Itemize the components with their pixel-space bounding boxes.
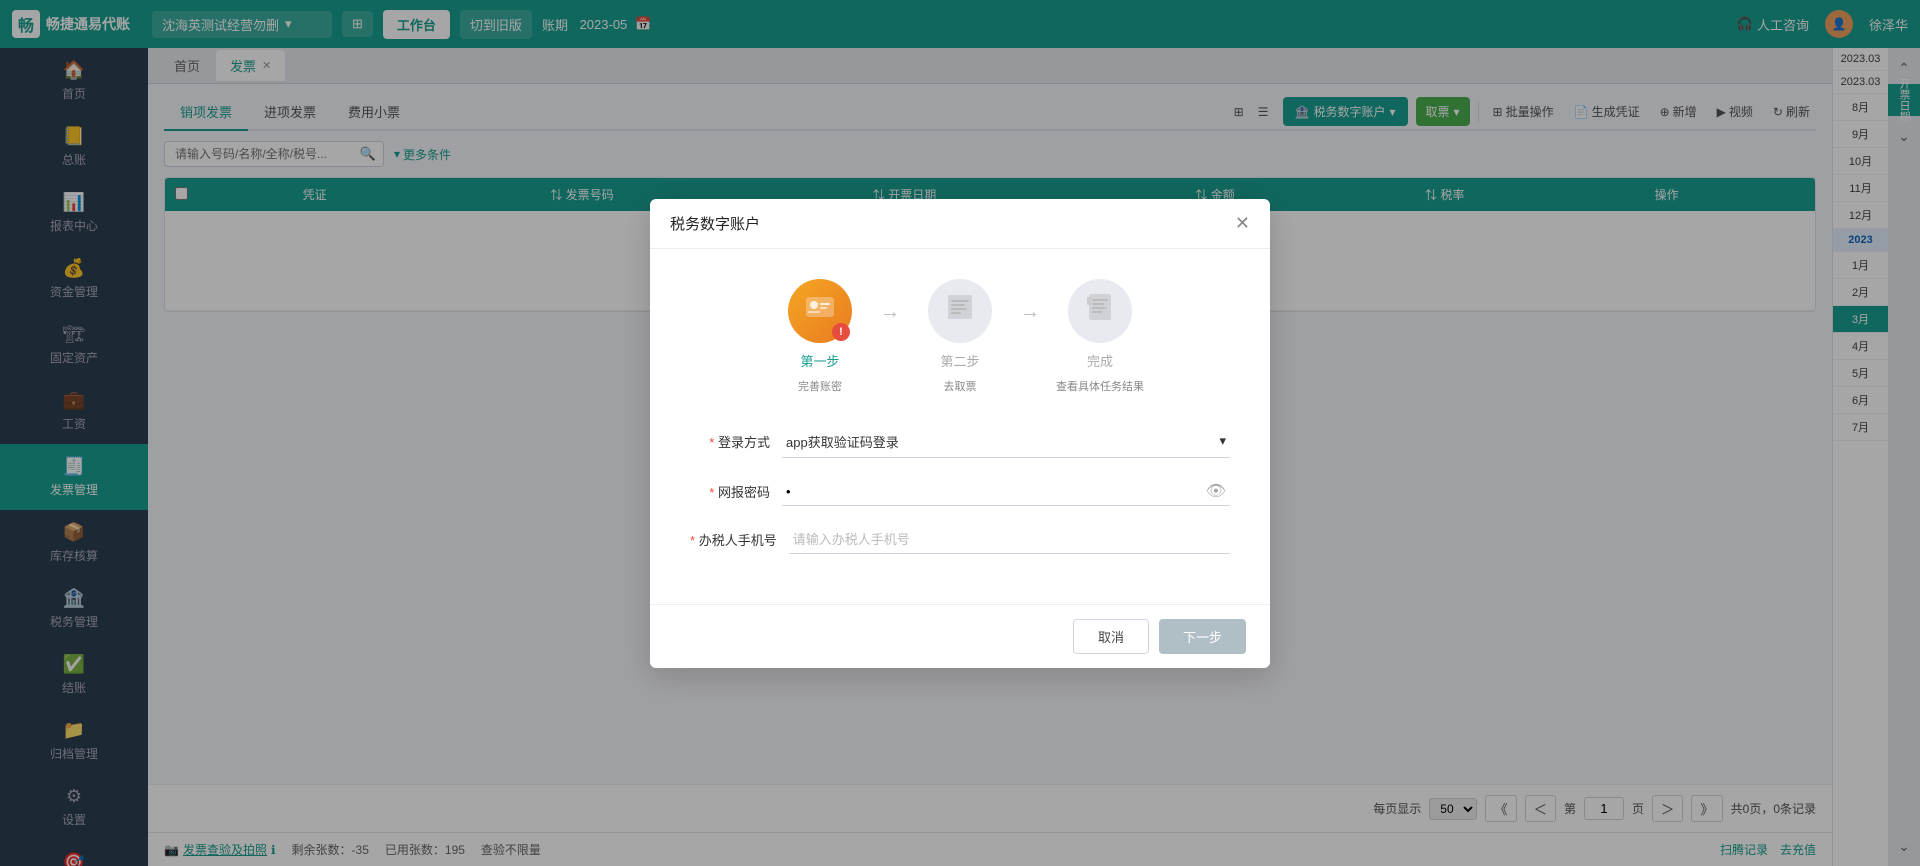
password-input[interactable] <box>782 478 1202 505</box>
eye-icon[interactable]: 👁 <box>1202 481 1230 501</box>
form-row-login-method: * 登录方式 app获取验证码登录 ▾ <box>690 426 1230 458</box>
step-arrow-2: → <box>1020 301 1040 324</box>
modal-body: ! 第一步 完善账密 → <box>650 249 1270 604</box>
next-button[interactable]: 下一步 <box>1159 619 1246 654</box>
step-2-icon-wrap <box>928 279 992 343</box>
step-1-badge: ! <box>832 323 850 341</box>
password-label: * 网报密码 <box>690 482 770 501</box>
step-1: ! 第一步 完善账密 <box>760 279 880 394</box>
password-input-wrap: 👁 <box>782 478 1230 506</box>
step-3-icon <box>1084 291 1116 330</box>
step-3-desc: 查看具体任务结果 <box>1056 378 1144 394</box>
modal-footer: 取消 下一步 <box>650 604 1270 668</box>
select-arrow-icon: ▾ <box>1219 433 1226 449</box>
cancel-button[interactable]: 取消 <box>1073 619 1149 654</box>
step-3: 完成 查看具体任务结果 <box>1040 279 1160 394</box>
required-star2: * <box>709 485 714 500</box>
step-2: 第二步 去取票 <box>900 279 1020 394</box>
step-1-icon-wrap: ! <box>788 279 852 343</box>
step-2-label: 第二步 <box>940 351 979 370</box>
login-method-value: app获取验证码登录 <box>786 432 899 451</box>
required-star: * <box>709 435 714 450</box>
step-1-icon <box>804 291 836 330</box>
step-2-desc: 去取票 <box>944 378 977 394</box>
step-2-icon <box>944 291 976 330</box>
modal-header: 税务数字账户 ✕ <box>650 199 1270 249</box>
modal-close-button[interactable]: ✕ <box>1235 214 1250 232</box>
modal-title: 税务数字账户 <box>670 213 760 234</box>
modal-overlay[interactable]: 税务数字账户 ✕ <box>0 0 1920 866</box>
steps-row: ! 第一步 完善账密 → <box>690 279 1230 394</box>
step-1-label: 第一步 <box>800 351 839 370</box>
step-arrow-1: → <box>880 301 900 324</box>
required-star3: * <box>690 533 695 548</box>
login-method-label: * 登录方式 <box>690 432 770 451</box>
form-row-phone: * 办税人手机号 <box>690 526 1230 554</box>
phone-label: * 办税人手机号 <box>690 530 777 549</box>
login-method-select[interactable]: app获取验证码登录 ▾ <box>782 426 1230 458</box>
step-3-icon-wrap <box>1068 279 1132 343</box>
phone-input[interactable] <box>789 526 1230 554</box>
step-3-label: 完成 <box>1087 351 1113 370</box>
tax-account-modal: 税务数字账户 ✕ <box>650 199 1270 668</box>
form-row-password: * 网报密码 👁 <box>690 478 1230 506</box>
step-1-desc: 完善账密 <box>798 378 842 394</box>
